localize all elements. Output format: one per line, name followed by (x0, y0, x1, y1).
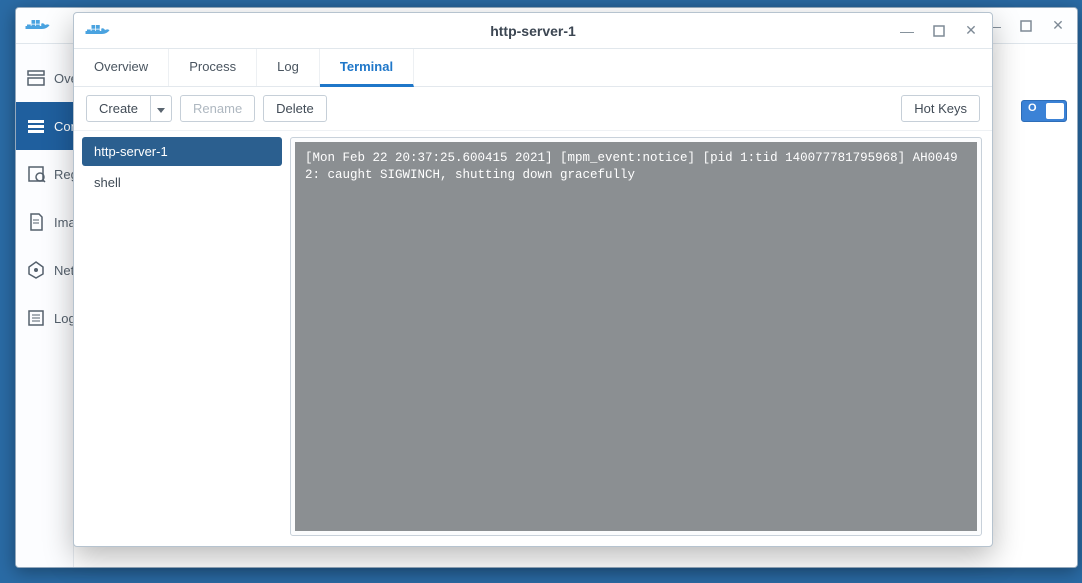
modal-close-button[interactable]: ✕ (960, 20, 982, 42)
nav-label: Image (54, 215, 73, 230)
tab-terminal[interactable]: Terminal (320, 49, 414, 87)
nav-label: Registry (54, 167, 73, 182)
terminal-frame: [Mon Feb 22 20:37:25.600415 2021] [mpm_e… (290, 137, 982, 536)
terminal-session-list: http-server-1 shell (74, 131, 290, 546)
nav-image[interactable]: Image (16, 198, 73, 246)
nav-overview[interactable]: Overview (16, 54, 73, 102)
modal-tabs: Overview Process Log Terminal (74, 49, 992, 87)
nav-log[interactable]: Log (16, 294, 73, 342)
overview-icon (26, 68, 46, 88)
terminal-pane: [Mon Feb 22 20:37:25.600415 2021] [mpm_e… (290, 131, 992, 546)
terminal-output[interactable]: [Mon Feb 22 20:37:25.600415 2021] [mpm_e… (295, 142, 977, 531)
tab-process[interactable]: Process (169, 49, 257, 86)
chevron-down-icon (157, 108, 165, 113)
log-icon (26, 308, 46, 328)
tab-overview[interactable]: Overview (74, 49, 169, 86)
nav-label: Log (54, 311, 73, 326)
network-icon (26, 260, 46, 280)
container-detail-modal: http-server-1 — ✕ Overview Process Log T… (73, 12, 993, 547)
modal-body: http-server-1 shell [Mon Feb 22 20:37:25… (74, 131, 992, 546)
modal-toolbar: Create Rename Delete Hot Keys (74, 87, 992, 131)
rename-button[interactable]: Rename (180, 95, 255, 122)
parent-sidebar: Overview Container Registry Image (16, 44, 74, 567)
session-item-http-server-1[interactable]: http-server-1 (82, 137, 282, 166)
registry-icon (26, 164, 46, 184)
hotkeys-button[interactable]: Hot Keys (901, 95, 980, 122)
create-dropdown-button[interactable] (151, 95, 172, 122)
nav-label: Container (54, 119, 73, 134)
create-button[interactable]: Create (86, 95, 151, 122)
modal-window-controls: — ✕ (896, 20, 982, 42)
container-power-toggle[interactable]: O (1021, 100, 1067, 122)
modal-title: http-server-1 (74, 23, 992, 39)
modal-minimize-button[interactable]: — (896, 20, 918, 42)
create-button-group: Create (86, 95, 172, 122)
nav-container[interactable]: Container (16, 102, 73, 150)
docker-logo-icon (84, 20, 114, 42)
delete-button[interactable]: Delete (263, 95, 327, 122)
image-icon (26, 212, 46, 232)
session-item-shell[interactable]: shell (82, 168, 282, 197)
toggle-on-label: O (1028, 102, 1037, 114)
toggle-knob (1046, 103, 1064, 119)
docker-logo-icon (24, 15, 54, 37)
parent-close-button[interactable]: ✕ (1047, 15, 1069, 37)
parent-maximize-button[interactable] (1015, 15, 1037, 37)
modal-maximize-button[interactable] (928, 20, 950, 42)
parent-window-controls: — ✕ (983, 15, 1069, 37)
container-icon (26, 116, 46, 136)
nav-label: Overview (54, 71, 73, 86)
nav-registry[interactable]: Registry (16, 150, 73, 198)
nav-network[interactable]: Network (16, 246, 73, 294)
tab-log[interactable]: Log (257, 49, 320, 86)
modal-titlebar: http-server-1 — ✕ (74, 13, 992, 49)
nav-label: Network (54, 263, 73, 278)
